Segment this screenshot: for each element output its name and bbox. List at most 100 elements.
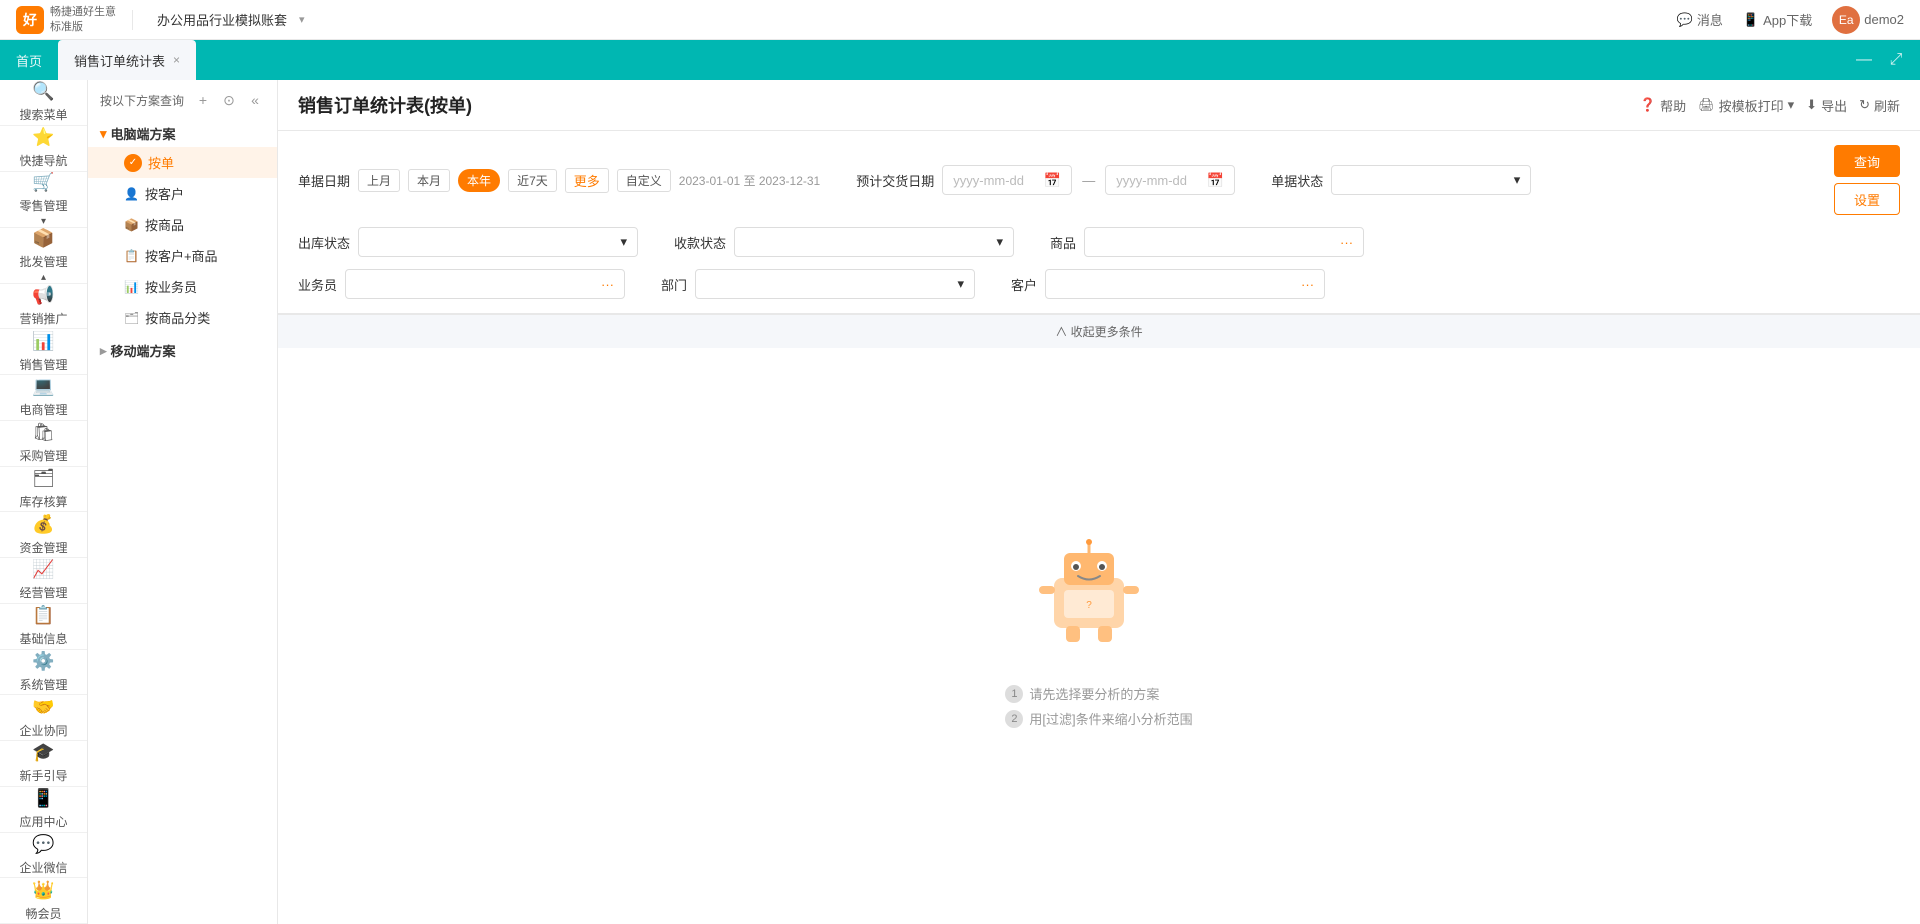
export-button[interactable]: ⬇ 导出 (1806, 96, 1847, 115)
basic-icon: 📋 (32, 605, 54, 626)
tree-item-by-category[interactable]: 🗂 按商品分类 (88, 302, 277, 333)
goods-label: 商品 (1050, 233, 1076, 252)
ecommerce-icon: 💻 (32, 376, 54, 397)
doc-status-dropdown-icon: ▾ (1514, 172, 1521, 188)
payment-status-select[interactable]: ▾ (734, 227, 1014, 257)
collapse-panel-button[interactable]: « (245, 90, 265, 110)
user-avatar[interactable]: Ea demo2 (1832, 6, 1904, 34)
department-dropdown-icon: ▾ (958, 276, 965, 292)
tab-sales-stats[interactable]: 销售订单统计表 × (58, 40, 196, 80)
business-icon: 📈 (32, 559, 54, 580)
logo-area: 好 畅捷通好生意 标准版 (16, 5, 116, 34)
tab-close-button[interactable]: × (173, 53, 180, 67)
query-button[interactable]: 查询 (1834, 145, 1900, 177)
filter-area: 单据日期 上月 本月 本年 近7天 更多 自定义 2023-01-01 至 20… (278, 131, 1920, 314)
date-prev-month-btn[interactable]: 上月 (358, 169, 400, 192)
collapse-bar[interactable]: ∧ 收起更多条件 (278, 314, 1920, 348)
message-button[interactable]: 💬 消息 (1677, 10, 1723, 29)
search-menu-icon: 🔍 (32, 81, 54, 102)
sidebar-item-marketing[interactable]: 📢 营销推广 (0, 284, 87, 330)
tree-item-by-salesman[interactable]: 📊 按业务员 (88, 271, 277, 302)
sidebar-item-search-menu[interactable]: 🔍 搜索菜单 (0, 80, 87, 126)
left-panel-header: 按以下方案查询 + ⊙ « (88, 80, 277, 116)
sidebar-item-system[interactable]: ⚙️ 系统管理 (0, 650, 87, 696)
sidebar-item-sales[interactable]: 📊 销售管理 (0, 329, 87, 375)
tree-group-mobile[interactable]: ▸ 移动端方案 (88, 333, 277, 364)
sidebar-item-newbie[interactable]: 🎓 新手引导 (0, 741, 87, 787)
vip-icon: 👑 (32, 880, 54, 901)
app-download-button[interactable]: 📱 App下载 (1743, 10, 1812, 29)
delivery-status-label: 出库状态 (298, 233, 350, 252)
goods-input[interactable]: ··· (1084, 227, 1364, 257)
system-title-dropdown[interactable]: ▾ (299, 13, 305, 26)
goods-dots[interactable]: ··· (1340, 235, 1353, 250)
sidebar-item-purchase[interactable]: 🛍 采购管理 (0, 421, 87, 467)
delivery-status-group: 出库状态 ▾ (298, 227, 638, 257)
sidebar-item-finance[interactable]: 💰 资金管理 (0, 512, 87, 558)
action-col: 查询 设置 (1826, 145, 1900, 215)
sidebar-item-ecommerce[interactable]: 💻 电商管理 (0, 375, 87, 421)
department-select[interactable]: ▾ (695, 269, 975, 299)
delivery-status-select[interactable]: ▾ (358, 227, 638, 257)
expected-date-start[interactable]: yyyy-mm-dd 📅 (942, 165, 1072, 195)
tab-bar: 首页 销售订单统计表 × — ⤢ (0, 40, 1920, 80)
tab-maximize-button[interactable]: ⤢ (1884, 48, 1908, 72)
sidebar-item-wechat[interactable]: 💬 企业微信 (0, 833, 87, 879)
retail-arrow-icon: ▾ (41, 216, 46, 227)
department-label: 部门 (661, 275, 687, 294)
salesman-input[interactable]: ··· (345, 269, 625, 299)
enterprise-icon: 🤝 (32, 697, 54, 718)
app-icon: 📱 (1743, 12, 1759, 28)
date-this-month-btn[interactable]: 本月 (408, 169, 450, 192)
tree-item-by-customer-goods[interactable]: 📋 按客户+商品 (88, 240, 277, 271)
settings-button[interactable]: 设置 (1834, 183, 1900, 215)
logo-text: 畅捷通好生意 标准版 (50, 5, 116, 34)
print-icon: 🖨 (1698, 97, 1715, 113)
avatar: Ea (1832, 6, 1860, 34)
expected-date-end[interactable]: yyyy-mm-dd 📅 (1105, 165, 1235, 195)
marketing-icon: 📢 (32, 285, 54, 306)
add-scheme-button[interactable]: + (193, 90, 213, 110)
doc-status-select[interactable]: ▾ (1331, 165, 1531, 195)
date-more-btn[interactable]: 更多 (565, 168, 609, 193)
calendar-end-icon: 📅 (1207, 172, 1224, 189)
sidebar-item-basic[interactable]: 📋 基础信息 (0, 604, 87, 650)
sidebar-item-apps[interactable]: 📱 应用中心 (0, 787, 87, 833)
sidebar-item-retail[interactable]: 🛒 零售管理 ▾ (0, 172, 87, 228)
tab-home[interactable]: 首页 (0, 40, 58, 80)
sidebar-item-quick-nav[interactable]: ⭐ 快捷导航 (0, 126, 87, 172)
sidebar-item-business[interactable]: 📈 经营管理 (0, 558, 87, 604)
customer-input[interactable]: ··· (1045, 269, 1325, 299)
date-separator: — (1080, 173, 1097, 188)
system-icon: ⚙️ (32, 651, 54, 672)
left-panel: 按以下方案查询 + ⊙ « ▾ 电脑端方案 ✓ 按单 👤 按客户 (88, 80, 278, 924)
customer-dots[interactable]: ··· (1301, 277, 1314, 292)
left-panel-title: 按以下方案查询 (100, 92, 184, 109)
salesman-dots[interactable]: ··· (601, 277, 614, 292)
tree-item-by-goods[interactable]: 📦 按商品 (88, 209, 277, 240)
quick-nav-icon: ⭐ (32, 127, 54, 148)
settings-scheme-button[interactable]: ⊙ (219, 90, 239, 110)
date-current-year-btn[interactable]: 本年 (458, 169, 500, 192)
tree-item-by-order[interactable]: ✓ 按单 (88, 147, 277, 178)
page-actions: ❓ 帮助 🖨 按模板打印 ▾ ⬇ 导出 ↻ 刷新 (1640, 96, 1900, 127)
print-button[interactable]: 🖨 按模板打印 ▾ (1698, 96, 1794, 115)
doc-status-label: 单据状态 (1271, 171, 1323, 190)
sidebar-item-wholesale[interactable]: 📦 批发管理 ▴ (0, 228, 87, 284)
sidebar-item-inventory[interactable]: 🗂 库存核算 (0, 467, 87, 513)
delivery-status-dropdown-icon: ▾ (620, 234, 627, 250)
refresh-button[interactable]: ↻ 刷新 (1859, 96, 1900, 115)
tree-group-desktop[interactable]: ▾ 电脑端方案 (88, 116, 277, 147)
by-customer-icon: 👤 (124, 187, 139, 201)
sidebar-item-enterprise[interactable]: 🤝 企业协同 (0, 695, 87, 741)
date-custom-btn[interactable]: 自定义 (617, 169, 671, 192)
logo-icon: 好 (16, 6, 44, 34)
date-last7-btn[interactable]: 近7天 (508, 169, 557, 192)
sidebar-item-vip[interactable]: 👑 畅会员 (0, 878, 87, 924)
tab-minimize-button[interactable]: — (1852, 48, 1876, 72)
tree-item-by-customer[interactable]: 👤 按客户 (88, 178, 277, 209)
by-salesman-icon: 📊 (124, 280, 139, 294)
help-button[interactable]: ❓ 帮助 (1640, 96, 1686, 115)
salesman-group: 业务员 ··· (298, 269, 625, 299)
filter-row-2: 出库状态 ▾ 收款状态 ▾ (298, 227, 1900, 257)
